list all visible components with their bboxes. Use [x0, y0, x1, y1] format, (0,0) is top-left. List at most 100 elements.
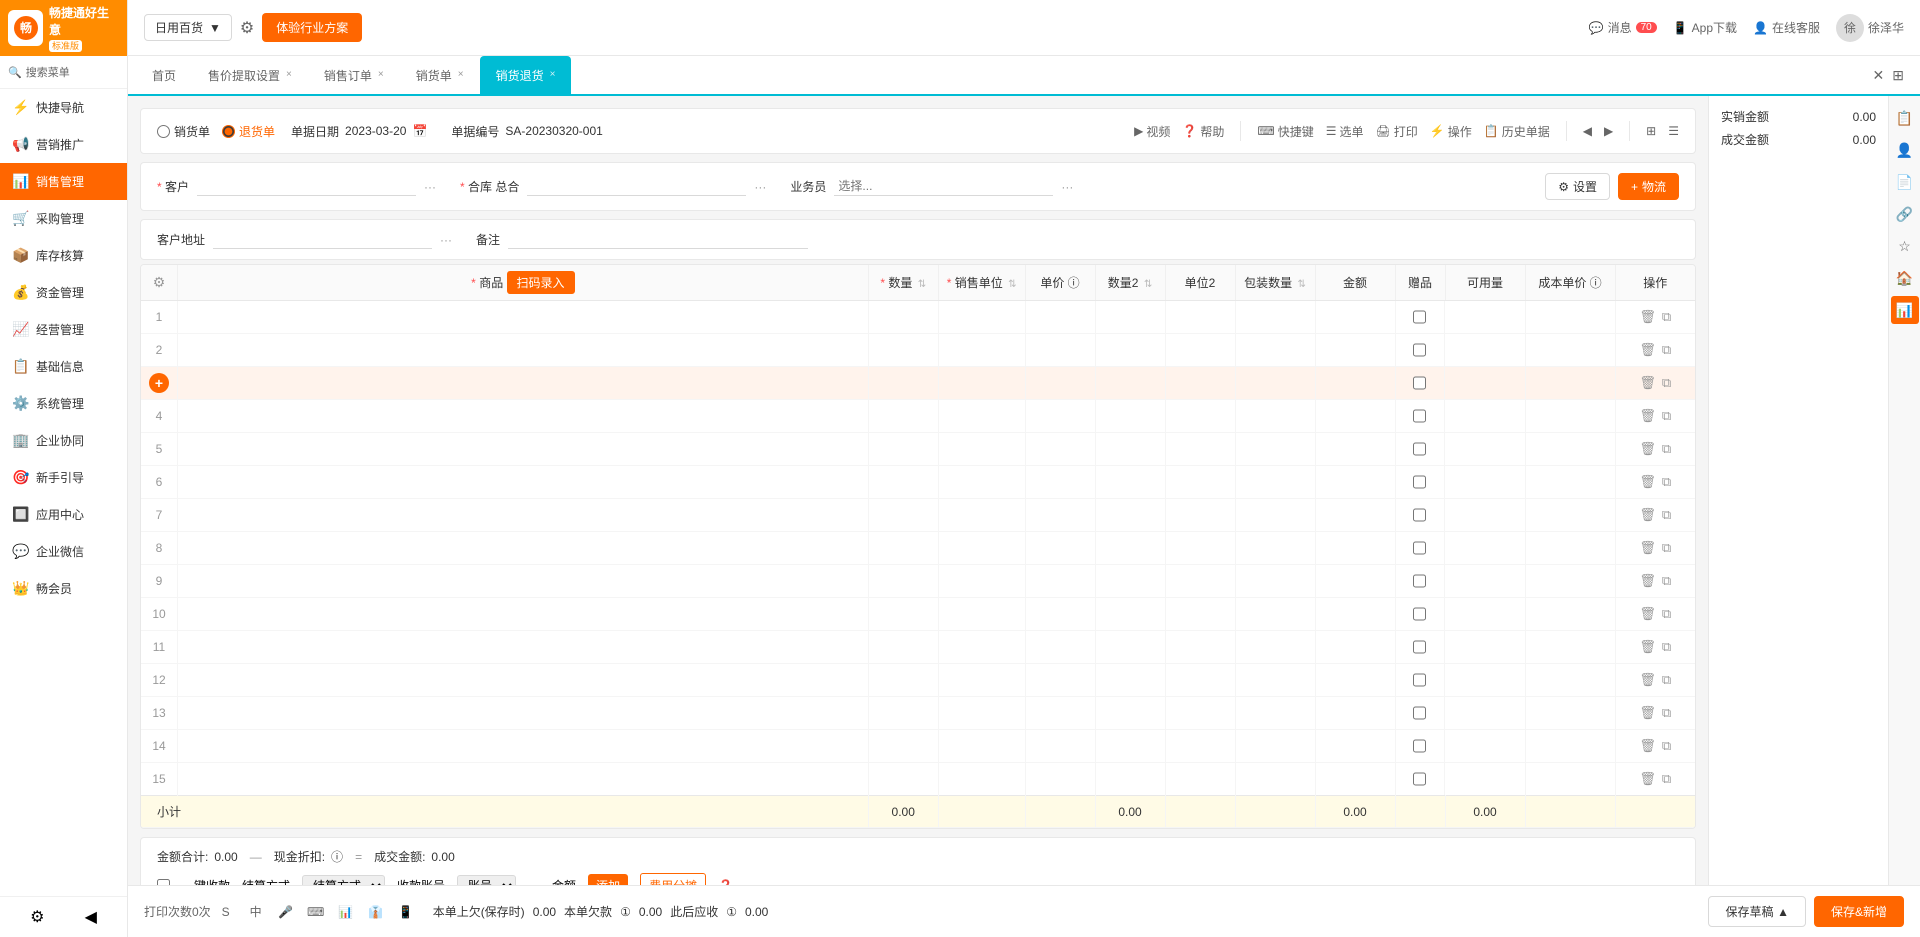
qty-cell[interactable]: [868, 631, 938, 664]
search-menu[interactable]: 🔍 搜索菜单: [0, 56, 127, 89]
settings-btn[interactable]: ⚙ 设置: [1545, 173, 1610, 200]
tab-sales-return-close[interactable]: ×: [550, 70, 556, 80]
product-cell[interactable]: [178, 664, 869, 697]
amount-cell[interactable]: [1315, 433, 1395, 466]
print-btn[interactable]: 🖨 打印: [1376, 123, 1418, 140]
available-cell[interactable]: [1445, 532, 1525, 565]
tab-price-setting-close[interactable]: ×: [286, 70, 292, 80]
pkg-cell[interactable]: [1235, 697, 1315, 730]
copy-row-btn[interactable]: ⧉: [1662, 540, 1671, 556]
sidebar-item-inventory[interactable]: 📦 库存核算: [0, 237, 127, 274]
expand-tab-btn[interactable]: ⊞: [1892, 67, 1904, 84]
delete-row-btn[interactable]: 🗑: [1639, 573, 1656, 589]
qty-cell[interactable]: [868, 598, 938, 631]
industry-dropdown[interactable]: 日用百货 ▼: [144, 14, 232, 41]
price-cell[interactable]: [1025, 433, 1095, 466]
gift-cell[interactable]: [1396, 400, 1446, 432]
toolbar-icon-1[interactable]: S: [215, 901, 237, 923]
amount-cell[interactable]: [1315, 664, 1395, 697]
gift-cell[interactable]: [1396, 433, 1446, 465]
user-profile[interactable]: 徐 徐泽华: [1836, 14, 1904, 42]
gift-checkbox[interactable]: [1413, 570, 1426, 592]
cost-cell[interactable]: [1525, 400, 1615, 433]
product-cell[interactable]: [178, 334, 869, 367]
product-cell[interactable]: [178, 565, 869, 598]
unit2-cell[interactable]: [1165, 697, 1235, 730]
delete-row-btn[interactable]: 🗑: [1639, 408, 1656, 424]
salesperson-dots[interactable]: ···: [1061, 180, 1073, 194]
amount-cell[interactable]: [1315, 400, 1395, 433]
rp-icon-6[interactable]: 🏠: [1891, 264, 1919, 292]
return-radio[interactable]: [222, 125, 235, 138]
delete-row-btn[interactable]: 🗑: [1639, 507, 1656, 523]
qty2-cell[interactable]: [1095, 565, 1165, 598]
pkg-cell[interactable]: [1235, 367, 1315, 400]
price-cell[interactable]: [1025, 664, 1095, 697]
calendar-icon[interactable]: 📅: [412, 124, 427, 138]
sidebar-item-system[interactable]: ⚙️ 系统管理: [0, 385, 127, 422]
pkg-cell[interactable]: [1235, 466, 1315, 499]
gift-checkbox[interactable]: [1413, 636, 1426, 658]
customer-input[interactable]: [197, 177, 416, 196]
gift-cell[interactable]: [1396, 631, 1446, 663]
gift-cell[interactable]: [1396, 466, 1446, 498]
gift-checkbox[interactable]: [1413, 405, 1426, 427]
qty2-cell[interactable]: [1095, 532, 1165, 565]
product-cell[interactable]: [178, 730, 869, 763]
pkg-cell[interactable]: [1235, 664, 1315, 697]
amount-cell[interactable]: [1315, 697, 1395, 730]
cost-cell[interactable]: [1525, 697, 1615, 730]
delete-row-btn[interactable]: 🗑: [1639, 375, 1656, 391]
unit2-cell[interactable]: [1165, 367, 1235, 400]
cost-cell[interactable]: [1525, 763, 1615, 796]
product-input-active[interactable]: [186, 376, 860, 390]
qty2-cell[interactable]: [1095, 433, 1165, 466]
sidebar-item-newbie[interactable]: 🎯 新手引导: [0, 459, 127, 496]
unit2-cell[interactable]: [1165, 499, 1235, 532]
available-cell[interactable]: [1445, 400, 1525, 433]
cost-cell[interactable]: [1525, 631, 1615, 664]
unit2-cell[interactable]: [1165, 598, 1235, 631]
sales-unit-cell[interactable]: [938, 367, 1025, 400]
cost-cell[interactable]: [1525, 466, 1615, 499]
save-new-btn[interactable]: 保存&新增: [1814, 896, 1904, 927]
sidebar-item-finance[interactable]: 💰 资金管理: [0, 274, 127, 311]
price-cell[interactable]: [1025, 730, 1095, 763]
gift-cell[interactable]: [1396, 499, 1446, 531]
collapse-icon[interactable]: ◀: [85, 907, 97, 927]
gift-cell[interactable]: [1396, 334, 1446, 366]
gift-cell[interactable]: [1396, 730, 1446, 762]
pkg-cell[interactable]: [1235, 433, 1315, 466]
sidebar-item-operations[interactable]: 📈 经营管理: [0, 311, 127, 348]
shortcut-btn[interactable]: ⌨ 快捷键: [1257, 123, 1313, 140]
tab-sales-order[interactable]: 销售订单 ×: [308, 56, 400, 96]
gift-checkbox[interactable]: [1413, 438, 1426, 460]
product-cell[interactable]: [178, 499, 869, 532]
toolbar-icon-6[interactable]: 👔: [365, 901, 387, 923]
copy-row-btn[interactable]: ⧉: [1662, 507, 1671, 523]
product-cell[interactable]: [178, 532, 869, 565]
amount-cell[interactable]: [1315, 763, 1395, 796]
gift-cell[interactable]: [1396, 763, 1446, 795]
sales-unit-cell[interactable]: [938, 697, 1025, 730]
sidebar-item-purchase[interactable]: 🛒 采购管理: [0, 200, 127, 237]
price-cell[interactable]: [1025, 334, 1095, 367]
remark-input[interactable]: [508, 230, 808, 249]
delete-row-btn[interactable]: 🗑: [1639, 606, 1656, 622]
cost-cell[interactable]: [1525, 664, 1615, 697]
unit2-cell[interactable]: [1165, 433, 1235, 466]
logistics-btn[interactable]: + 物流: [1618, 173, 1679, 200]
customer-dots[interactable]: ···: [424, 180, 436, 194]
qty2-cell[interactable]: [1095, 730, 1165, 763]
sidebar-item-vip[interactable]: 👑 畅会员: [0, 570, 127, 607]
qty-cell[interactable]: [868, 532, 938, 565]
delete-row-btn[interactable]: 🗑: [1639, 474, 1656, 490]
delete-row-btn[interactable]: 🗑: [1639, 441, 1656, 457]
unit2-cell[interactable]: [1165, 565, 1235, 598]
copy-row-btn[interactable]: ⧉: [1662, 639, 1671, 655]
tab-home[interactable]: 首页: [136, 56, 192, 96]
delivery-radio[interactable]: [157, 125, 170, 138]
help-btn[interactable]: ❓ 帮助: [1182, 123, 1224, 140]
cost-cell[interactable]: [1525, 301, 1615, 334]
sidebar-item-basic-info[interactable]: 📋 基础信息: [0, 348, 127, 385]
